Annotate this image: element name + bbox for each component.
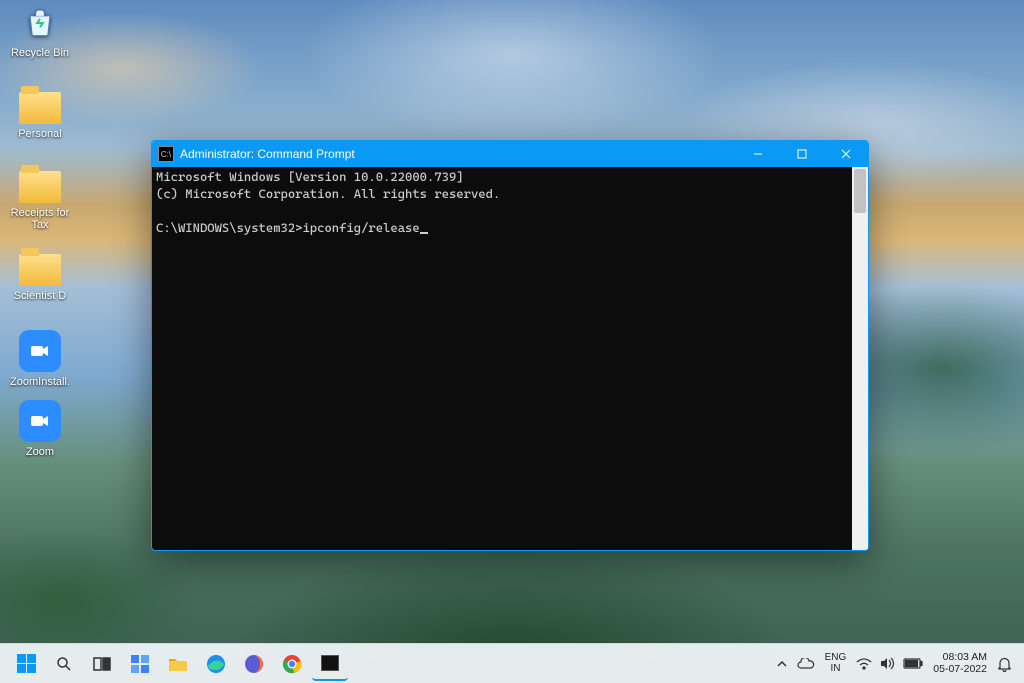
volume-icon[interactable] <box>880 657 895 670</box>
language-indicator[interactable]: ENG IN <box>825 653 847 674</box>
battery-icon[interactable] <box>903 658 923 669</box>
titlebar[interactable]: C:\ Administrator: Command Prompt <box>152 141 868 167</box>
terminal-output[interactable]: Microsoft Windows [Version 10.0.22000.73… <box>152 167 852 550</box>
task-view-icon <box>93 657 111 671</box>
desktop-icon-zoom[interactable]: Zoom <box>3 400 77 458</box>
icon-label: Recycle Bin <box>3 47 77 59</box>
lang-top: ENG <box>825 653 847 664</box>
firefox-icon <box>244 654 264 674</box>
file-explorer-button[interactable] <box>160 647 196 681</box>
search-button[interactable] <box>46 647 82 681</box>
icon-label: Zoom <box>3 446 77 458</box>
desktop-icon-personal[interactable]: Personal <box>3 86 77 140</box>
edge-button[interactable] <box>198 647 234 681</box>
icon-label: ZoomInstall. <box>3 376 77 388</box>
zoom-icon <box>19 330 61 372</box>
widgets-icon <box>131 655 149 673</box>
recycle-icon <box>20 3 60 43</box>
chrome-button[interactable] <box>274 647 310 681</box>
system-tray: ENG IN 08:03 AM 05-07-2022 <box>777 652 1016 674</box>
tray-chevron-icon[interactable] <box>777 659 787 669</box>
window-title: Administrator: Command Prompt <box>180 147 355 161</box>
terminal-icon <box>321 655 339 671</box>
cmd-icon: C:\ <box>158 146 174 162</box>
date: 05-07-2022 <box>933 664 987 675</box>
lang-bottom: IN <box>825 664 847 675</box>
notifications-icon[interactable] <box>997 656 1012 672</box>
task-view-button[interactable] <box>84 647 120 681</box>
icon-label: Scientist D <box>3 290 77 302</box>
folder-icon <box>19 92 61 124</box>
time: 08:03 AM <box>933 652 987 663</box>
folder-icon <box>19 254 61 286</box>
chrome-icon <box>282 654 302 674</box>
cmd-window: C:\ Administrator: Command Prompt Micros… <box>151 140 869 551</box>
search-icon <box>55 655 73 673</box>
onedrive-icon[interactable] <box>797 658 815 670</box>
desktop-icon-recycle-bin[interactable]: Recycle Bin <box>3 3 77 59</box>
typed-command: ipconfig/release <box>302 220 419 235</box>
scrollbar-thumb[interactable] <box>854 169 866 213</box>
start-button[interactable] <box>8 647 44 681</box>
windows-logo-icon <box>17 654 36 673</box>
maximize-button[interactable] <box>780 141 824 167</box>
cmd-taskbar-button[interactable] <box>312 647 348 681</box>
prompt-path: C:\WINDOWS\system32> <box>156 220 302 235</box>
zoom-icon <box>19 400 61 442</box>
folder-icon <box>19 171 61 203</box>
wifi-icon[interactable] <box>856 658 872 670</box>
text-cursor <box>420 232 428 234</box>
scrollbar[interactable] <box>852 167 868 550</box>
icon-label: Personal <box>3 128 77 140</box>
desktop-icon-zoominstall[interactable]: ZoomInstall. <box>3 330 77 388</box>
icon-label: Receipts for Tax <box>3 207 77 231</box>
desktop-icon-scientist-d[interactable]: Scientist D <box>3 248 77 302</box>
firefox-button[interactable] <box>236 647 272 681</box>
close-button[interactable] <box>824 141 868 167</box>
banner-line-1: Microsoft Windows [Version 10.0.22000.73… <box>156 169 464 184</box>
taskbar: ENG IN 08:03 AM 05-07-2022 <box>0 643 1024 683</box>
desktop-icon-receipts[interactable]: Receipts for Tax <box>3 165 77 231</box>
banner-line-2: (c) Microsoft Corporation. All rights re… <box>156 186 500 201</box>
folder-icon <box>168 656 188 672</box>
clock[interactable]: 08:03 AM 05-07-2022 <box>933 652 987 674</box>
minimize-button[interactable] <box>736 141 780 167</box>
edge-icon <box>206 654 226 674</box>
widgets-button[interactable] <box>122 647 158 681</box>
